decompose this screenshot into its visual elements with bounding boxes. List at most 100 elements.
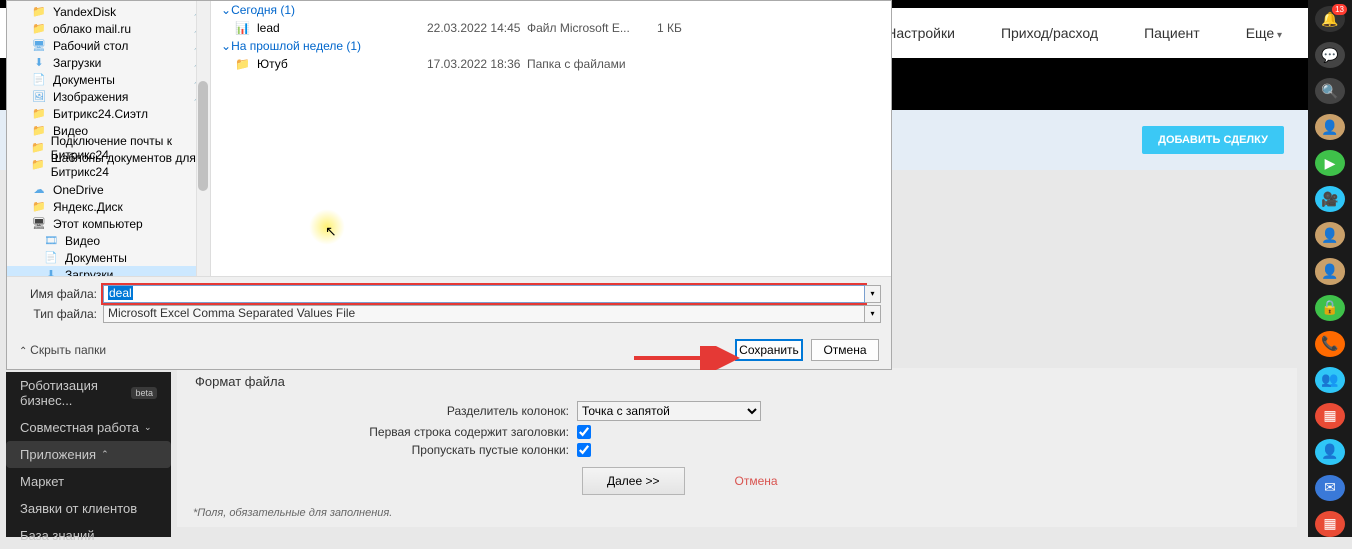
contact-avatar-4[interactable]: 👤 bbox=[1315, 258, 1345, 284]
sidebar-item[interactable]: 🖥Этот компьютер bbox=[7, 215, 210, 232]
next-button[interactable]: Далее >> bbox=[582, 467, 685, 495]
nav-more[interactable]: Еще bbox=[1246, 25, 1282, 41]
folder-icon: 📄 bbox=[43, 251, 59, 265]
cancel-button[interactable]: Отмена bbox=[811, 339, 879, 361]
filetype-label: Тип файла: bbox=[17, 307, 103, 321]
folder-icon: ⬇ bbox=[43, 268, 59, 277]
file-date: 22.03.2022 14:45 bbox=[427, 21, 527, 35]
sidebar-item-label: Документы bbox=[53, 73, 115, 87]
filename-dropdown-icon[interactable]: ▾ bbox=[865, 285, 881, 303]
nav-requests[interactable]: Заявки от клиентов bbox=[6, 495, 171, 522]
sidebar-item-label: YandexDisk bbox=[53, 5, 116, 19]
file-type: Файл Microsoft E... bbox=[527, 21, 657, 35]
phone-icon[interactable]: 📞 bbox=[1315, 331, 1345, 357]
sidebar-item[interactable]: 📁облако mail.ru📌 bbox=[7, 20, 210, 37]
file-name: lead bbox=[257, 21, 427, 35]
folder-icon: 📁 bbox=[31, 5, 47, 19]
folder-icon: 📁 bbox=[31, 200, 47, 214]
save-dialog: 📁YandexDisk📌📁облако mail.ru📌🖥Рабочий сто… bbox=[6, 0, 892, 370]
folder-icon: ☁ bbox=[31, 183, 47, 197]
filetype-select[interactable]: Microsoft Excel Comma Separated Values F… bbox=[103, 305, 865, 323]
sidebar-item[interactable]: 🖥Рабочий стол📌 bbox=[7, 37, 210, 54]
group-header[interactable]: На прошлой неделе (1) bbox=[211, 37, 891, 55]
sidebar-item[interactable]: 📁Яндекс.Диск bbox=[7, 198, 210, 215]
sidebar-item-label: облако mail.ru bbox=[53, 22, 131, 36]
sidebar-item-label: Загрузки bbox=[53, 56, 101, 70]
folder-icon: 📁 bbox=[31, 124, 47, 138]
file-row[interactable]: 📁 Ютуб17.03.2022 18:36Папка с файлами bbox=[211, 55, 891, 73]
save-button[interactable]: Сохранить bbox=[735, 339, 803, 361]
contact-avatar-2[interactable]: ▶ bbox=[1315, 150, 1345, 176]
crm-icon-2[interactable]: ▦ bbox=[1315, 511, 1345, 537]
sidebar-item-label: Документы bbox=[65, 251, 127, 265]
file-name: Ютуб bbox=[257, 57, 427, 71]
nav-coop[interactable]: Совместная работа ⌄ bbox=[6, 414, 171, 441]
sidebar-item-label: Загрузки bbox=[65, 268, 113, 277]
chat-icon[interactable]: 💬 bbox=[1315, 42, 1345, 68]
sidebar-item[interactable]: 🖼Изображения📌 bbox=[7, 88, 210, 105]
filename-label: Имя файла: bbox=[17, 287, 103, 301]
dialog-sidebar[interactable]: 📁YandexDisk📌📁облако mail.ru📌🖥Рабочий сто… bbox=[7, 1, 211, 276]
group-icon[interactable]: 👥 bbox=[1315, 367, 1345, 393]
nav-patient[interactable]: Пациент bbox=[1144, 25, 1200, 41]
col-sep-select[interactable]: Точка с запятой bbox=[577, 401, 761, 421]
sidebar-item[interactable]: 📁Шаблоны документов для Битрикс24 bbox=[7, 156, 210, 173]
file-icon: 📁 bbox=[235, 57, 251, 71]
sidebar-item[interactable]: ⬇ Загрузки bbox=[7, 266, 210, 276]
nav-robotization[interactable]: Роботизация бизнес... bbox=[6, 372, 171, 414]
contact-avatar-1[interactable]: 👤 bbox=[1315, 114, 1345, 140]
import-form: Формат файла Разделитель колонок: Точка … bbox=[177, 368, 1297, 527]
sidebar-item-label: Видео bbox=[65, 234, 100, 248]
nav-apps[interactable]: Приложения ⌃ bbox=[6, 441, 171, 468]
sidebar-item-label: OneDrive bbox=[53, 183, 104, 197]
file-date: 17.03.2022 18:36 bbox=[427, 57, 527, 71]
crm-icon-1[interactable]: ▦ bbox=[1315, 403, 1345, 429]
sidebar-item-label: Рабочий стол bbox=[53, 39, 128, 53]
nav-kb[interactable]: База знаний bbox=[6, 522, 171, 549]
hide-folders-link[interactable]: Скрыть папки bbox=[19, 343, 106, 357]
person-icon[interactable]: 👤 bbox=[1315, 439, 1345, 465]
filename-input[interactable]: deal bbox=[103, 285, 865, 303]
lock-icon[interactable]: 🔒 bbox=[1315, 295, 1345, 321]
contact-avatar-3[interactable]: 👤 bbox=[1315, 222, 1345, 248]
file-icon: 📊 bbox=[235, 21, 251, 35]
sidebar-item-label: Изображения bbox=[53, 90, 128, 104]
group-header[interactable]: Сегодня (1) bbox=[211, 1, 891, 19]
first-row-label: Первая строка содержит заголовки: bbox=[177, 425, 577, 439]
sidebar-item[interactable]: 📁YandexDisk📌 bbox=[7, 3, 210, 20]
sidebar-scrollbar[interactable] bbox=[196, 1, 210, 276]
message-icon[interactable]: ✉ bbox=[1315, 475, 1345, 501]
sidebar-item[interactable]: 📄 Документы bbox=[7, 249, 210, 266]
search-icon[interactable]: 🔍 bbox=[1315, 78, 1345, 104]
video-call-icon[interactable]: 🎥 bbox=[1315, 186, 1345, 212]
file-type: Папка с файлами bbox=[527, 57, 657, 71]
folder-icon: 📁 bbox=[31, 158, 45, 172]
sidebar-item[interactable]: ⬇Загрузки📌 bbox=[7, 54, 210, 71]
contact-strip: 🔔13 💬 🔍 👤 ▶ 🎥 👤 👤 🔒 📞 👥 ▦ 👤 ✉ ▦ bbox=[1308, 0, 1352, 537]
folder-icon: ⬇ bbox=[31, 56, 47, 70]
form-cancel-link[interactable]: Отмена bbox=[735, 474, 778, 488]
dialog-filelist[interactable]: Сегодня (1) 📊 lead22.03.2022 14:45Файл Mic… bbox=[211, 1, 891, 276]
sidebar-item-label: Битрикс24.Сиэтл bbox=[53, 107, 148, 121]
notifications-icon[interactable]: 🔔13 bbox=[1315, 6, 1345, 32]
file-row[interactable]: 📊 lead22.03.2022 14:45Файл Microsoft E...… bbox=[211, 19, 891, 37]
nav-settings[interactable]: Настройки bbox=[886, 25, 955, 41]
folder-icon: 📁 bbox=[31, 22, 47, 36]
folder-icon: 📁 bbox=[31, 141, 45, 155]
nav-income[interactable]: Приход/расход bbox=[1001, 25, 1098, 41]
bitrix-left-nav: Роботизация бизнес... Совместная работа … bbox=[6, 372, 171, 537]
add-deal-button[interactable]: ДОБАВИТЬ СДЕЛКУ bbox=[1142, 126, 1284, 154]
skip-empty-label: Пропускать пустые колонки: bbox=[177, 443, 577, 457]
folder-icon: 🎞 bbox=[43, 234, 59, 248]
form-title: Формат файла bbox=[177, 372, 1297, 397]
sidebar-item[interactable]: 📁Битрикс24.Сиэтл bbox=[7, 105, 210, 122]
sidebar-item[interactable]: 📄Документы📌 bbox=[7, 71, 210, 88]
col-sep-label: Разделитель колонок: bbox=[177, 404, 577, 418]
sidebar-item[interactable]: 🎞 Видео bbox=[7, 232, 210, 249]
required-note: *Поля, обязательные для заполнения. bbox=[177, 495, 1297, 519]
filetype-dropdown-icon[interactable]: ▾ bbox=[865, 305, 881, 323]
skip-empty-checkbox[interactable] bbox=[577, 443, 591, 457]
nav-market[interactable]: Маркет bbox=[6, 468, 171, 495]
sidebar-item[interactable]: ☁ OneDrive bbox=[7, 181, 210, 198]
first-row-checkbox[interactable] bbox=[577, 425, 591, 439]
